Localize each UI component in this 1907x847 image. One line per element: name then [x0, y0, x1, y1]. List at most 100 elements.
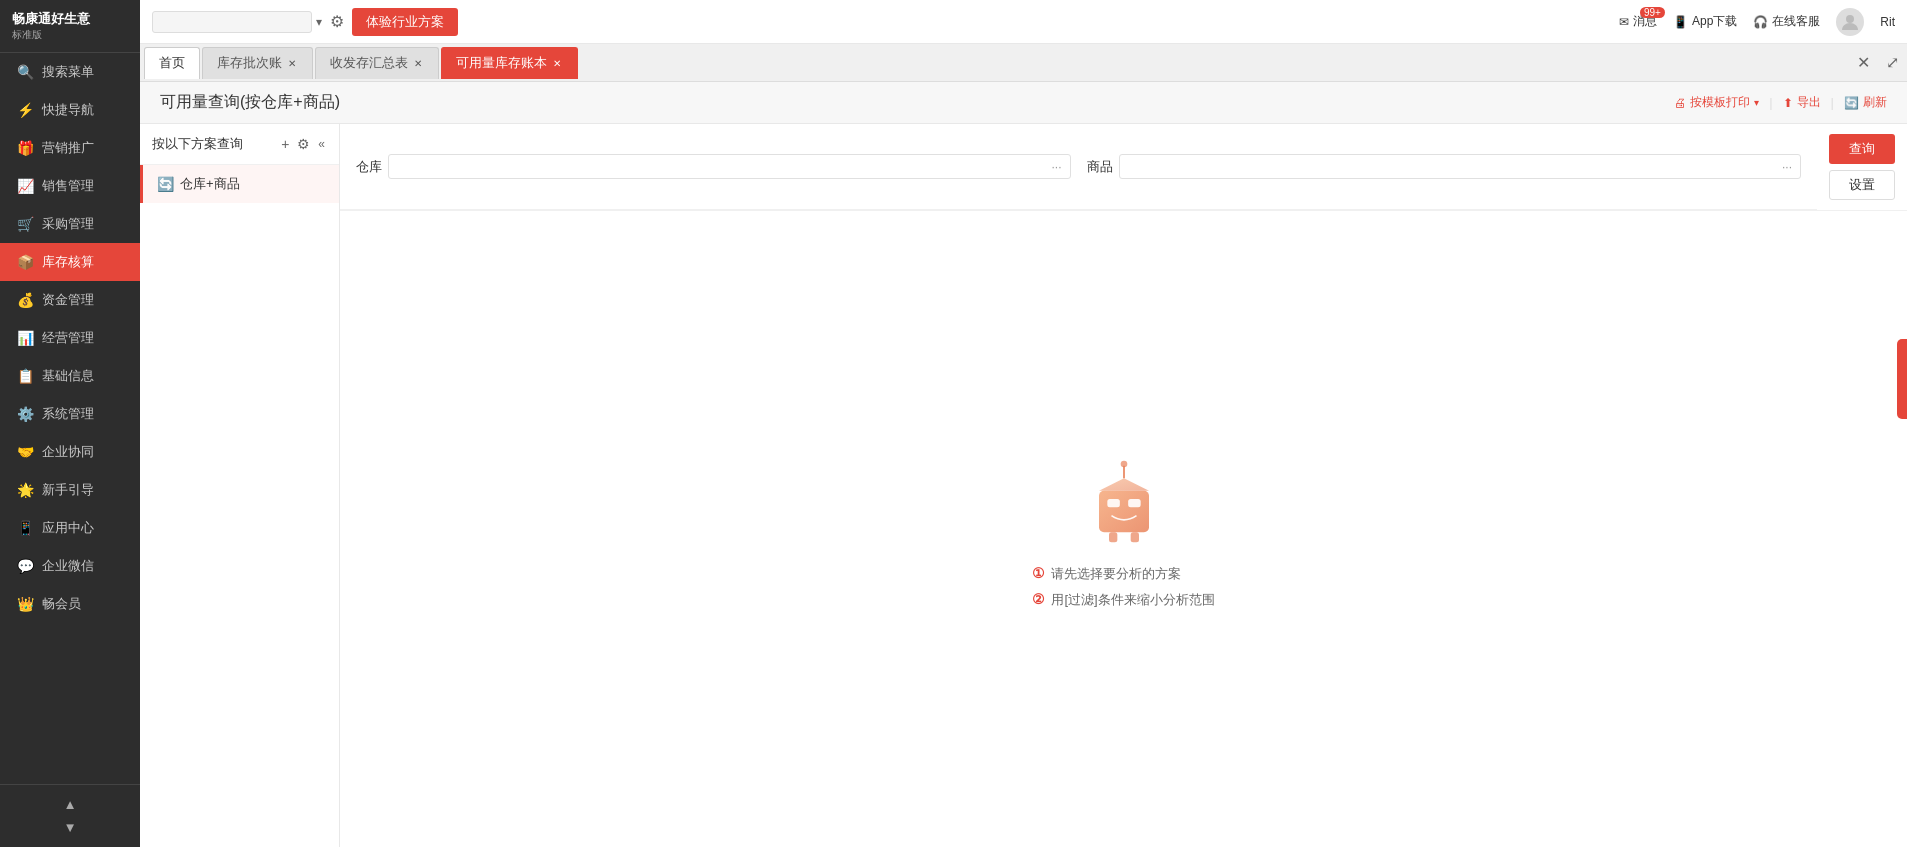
- trial-btn[interactable]: 体验行业方案: [352, 8, 458, 36]
- sidebar-item-label: 销售管理: [42, 177, 94, 195]
- empty-tip-2: ② 用[过滤]条件来缩小分析范围: [1032, 591, 1214, 609]
- print-icon: 🖨: [1674, 96, 1686, 110]
- tab-batch-close[interactable]: ✕: [286, 58, 298, 69]
- svg-point-5: [1120, 461, 1127, 468]
- right-edge-accent: [1897, 339, 1907, 419]
- sidebar-item-inventory[interactable]: 📦 库存核算: [0, 243, 140, 281]
- query-actions: 查询 设置: [1817, 124, 1907, 210]
- refresh-btn[interactable]: 🔄 刷新: [1844, 94, 1887, 111]
- print-dropdown-icon[interactable]: ▾: [1754, 97, 1759, 108]
- sidebar-item-system[interactable]: ⚙️ 系统管理: [0, 395, 140, 433]
- sidebar-scroll-down[interactable]: ▼: [8, 816, 132, 839]
- settings-btn[interactable]: 设置: [1829, 170, 1895, 200]
- member-icon: 👑: [16, 595, 34, 613]
- scheme-item[interactable]: 🔄 仓库+商品: [140, 165, 339, 203]
- tab-available-close[interactable]: ✕: [551, 58, 563, 69]
- sidebar-item-wechat[interactable]: 💬 企业微信: [0, 547, 140, 585]
- sidebar-item-apps[interactable]: 📱 应用中心: [0, 509, 140, 547]
- topbar-search-input[interactable]: [152, 11, 312, 33]
- search-icon: 🔍: [16, 63, 34, 81]
- topbar-gear-icon[interactable]: ⚙: [330, 12, 344, 31]
- sidebar-item-label: 库存核算: [42, 253, 94, 271]
- topbar-app[interactable]: 📱 App下载: [1673, 13, 1737, 30]
- sidebar-item-marketing[interactable]: 🎁 营销推广: [0, 129, 140, 167]
- sidebar-item-label: 基础信息: [42, 367, 94, 385]
- user-avatar-icon: [1840, 12, 1860, 32]
- topbar-username[interactable]: Rit: [1880, 15, 1895, 29]
- sidebar-item-purchase[interactable]: 🛒 采购管理: [0, 205, 140, 243]
- scheme-panel-actions: + ⚙ «: [279, 134, 327, 154]
- empty-tip-1: ① 请先选择要分析的方案: [1032, 565, 1214, 583]
- tab-summary-label: 收发存汇总表: [330, 54, 408, 72]
- tab-available-label: 可用量库存账本: [456, 54, 547, 72]
- sidebar-item-label: 新手引导: [42, 481, 94, 499]
- print-btn[interactable]: 🖨 按模板打印 ▾: [1674, 94, 1759, 111]
- scheme-settings-btn[interactable]: ⚙: [295, 134, 312, 154]
- sidebar-item-member[interactable]: 👑 畅会员: [0, 585, 140, 623]
- tab-available-stock[interactable]: 可用量库存账本 ✕: [441, 47, 578, 79]
- sidebar-item-shortcut[interactable]: ⚡ 快捷导航: [0, 91, 140, 129]
- topbar: ▾ ⚙ 体验行业方案 ✉ 消息 99+ 📱 App下载 🎧 在线客服: [140, 0, 1907, 44]
- brand-name: 畅康通好生意: [12, 10, 128, 28]
- topbar-dropdown-arrow[interactable]: ▾: [316, 15, 322, 29]
- scheme-panel-title: 按以下方案查询: [152, 135, 273, 153]
- tip-text-2: 用[过滤]条件来缩小分析范围: [1051, 591, 1214, 609]
- export-btn[interactable]: ⬆ 导出: [1783, 94, 1821, 111]
- query-btn[interactable]: 查询: [1829, 134, 1895, 164]
- avatar: [1836, 8, 1864, 36]
- refresh-label: 刷新: [1863, 94, 1887, 111]
- goods-more-btn[interactable]: ···: [1782, 160, 1792, 174]
- tab-batch-accounts[interactable]: 库存批次账 ✕: [202, 47, 313, 79]
- tab-maximize-btn[interactable]: ⤢: [1882, 49, 1903, 76]
- msg-icon: ✉: [1619, 15, 1629, 29]
- tab-close-all-btn[interactable]: ✕: [1853, 49, 1874, 76]
- tab-summary[interactable]: 收发存汇总表 ✕: [315, 47, 439, 79]
- warehouse-label: 仓库: [356, 158, 382, 176]
- scheme-add-btn[interactable]: +: [279, 134, 291, 154]
- goods-input[interactable]: [1128, 159, 1778, 174]
- service-label: 在线客服: [1772, 13, 1820, 30]
- warehouse-input[interactable]: [397, 159, 1047, 174]
- tabs-bar: 首页 库存批次账 ✕ 收发存汇总表 ✕ 可用量库存账本 ✕ ✕ ⤢: [140, 44, 1907, 82]
- sidebar-item-finance[interactable]: 💰 资金管理: [0, 281, 140, 319]
- apps-icon: 📱: [16, 519, 34, 537]
- print-label: 按模板打印: [1690, 94, 1750, 111]
- sidebar-item-sales[interactable]: 📈 销售管理: [0, 167, 140, 205]
- topbar-service[interactable]: 🎧 在线客服: [1753, 13, 1820, 30]
- sidebar-item-enterprise[interactable]: 🤝 企业协同: [0, 433, 140, 471]
- empty-state: ① 请先选择要分析的方案 ② 用[过滤]条件来缩小分析范围: [340, 211, 1907, 847]
- export-icon: ⬆: [1783, 96, 1793, 110]
- warehouse-more-btn[interactable]: ···: [1051, 160, 1061, 174]
- divider2: |: [1831, 95, 1834, 110]
- export-label: 导出: [1797, 94, 1821, 111]
- sidebar-item-label: 资金管理: [42, 291, 94, 309]
- goods-label: 商品: [1087, 158, 1113, 176]
- sidebar-scroll-up[interactable]: ▲: [8, 793, 132, 816]
- sidebar-item-operations[interactable]: 📊 经营管理: [0, 319, 140, 357]
- money-icon: 💰: [16, 291, 34, 309]
- svg-rect-1: [1099, 491, 1149, 533]
- scheme-collapse-btn[interactable]: «: [316, 134, 327, 154]
- svg-point-0: [1846, 15, 1854, 23]
- warehouse-input-wrap: ···: [388, 154, 1071, 179]
- sidebar-item-newbie[interactable]: 🌟 新手引导: [0, 471, 140, 509]
- tab-home[interactable]: 首页: [144, 47, 200, 79]
- page-header: 可用量查询(按仓库+商品) 🖨 按模板打印 ▾ | ⬆ 导出 | 🔄 刷新: [140, 82, 1907, 124]
- sidebar-item-search[interactable]: 🔍 搜索菜单: [0, 53, 140, 91]
- sidebar-item-label: 采购管理: [42, 215, 94, 233]
- sidebar-item-basics[interactable]: 📋 基础信息: [0, 357, 140, 395]
- topbar-msg[interactable]: ✉ 消息 99+: [1619, 13, 1657, 30]
- warehouse-filter: 仓库 ···: [356, 154, 1071, 179]
- goods-filter: 商品 ···: [1087, 154, 1802, 179]
- sidebar-nav: 🔍 搜索菜单 ⚡ 快捷导航 🎁 营销推广 📈 销售管理 🛒 采购管理 📦: [0, 53, 140, 784]
- page-title: 可用量查询(按仓库+商品): [160, 92, 1674, 113]
- tab-summary-close[interactable]: ✕: [412, 58, 424, 69]
- tip-text-1: 请先选择要分析的方案: [1051, 565, 1181, 583]
- sidebar-item-label: 营销推广: [42, 139, 94, 157]
- sidebar-item-label: 畅会员: [42, 595, 81, 613]
- refresh-icon: 🔄: [1844, 96, 1859, 110]
- tip-num-1: ①: [1032, 565, 1045, 581]
- chart-icon: 📈: [16, 177, 34, 195]
- gift-icon: 🎁: [16, 139, 34, 157]
- topbar-search: ▾: [152, 11, 322, 33]
